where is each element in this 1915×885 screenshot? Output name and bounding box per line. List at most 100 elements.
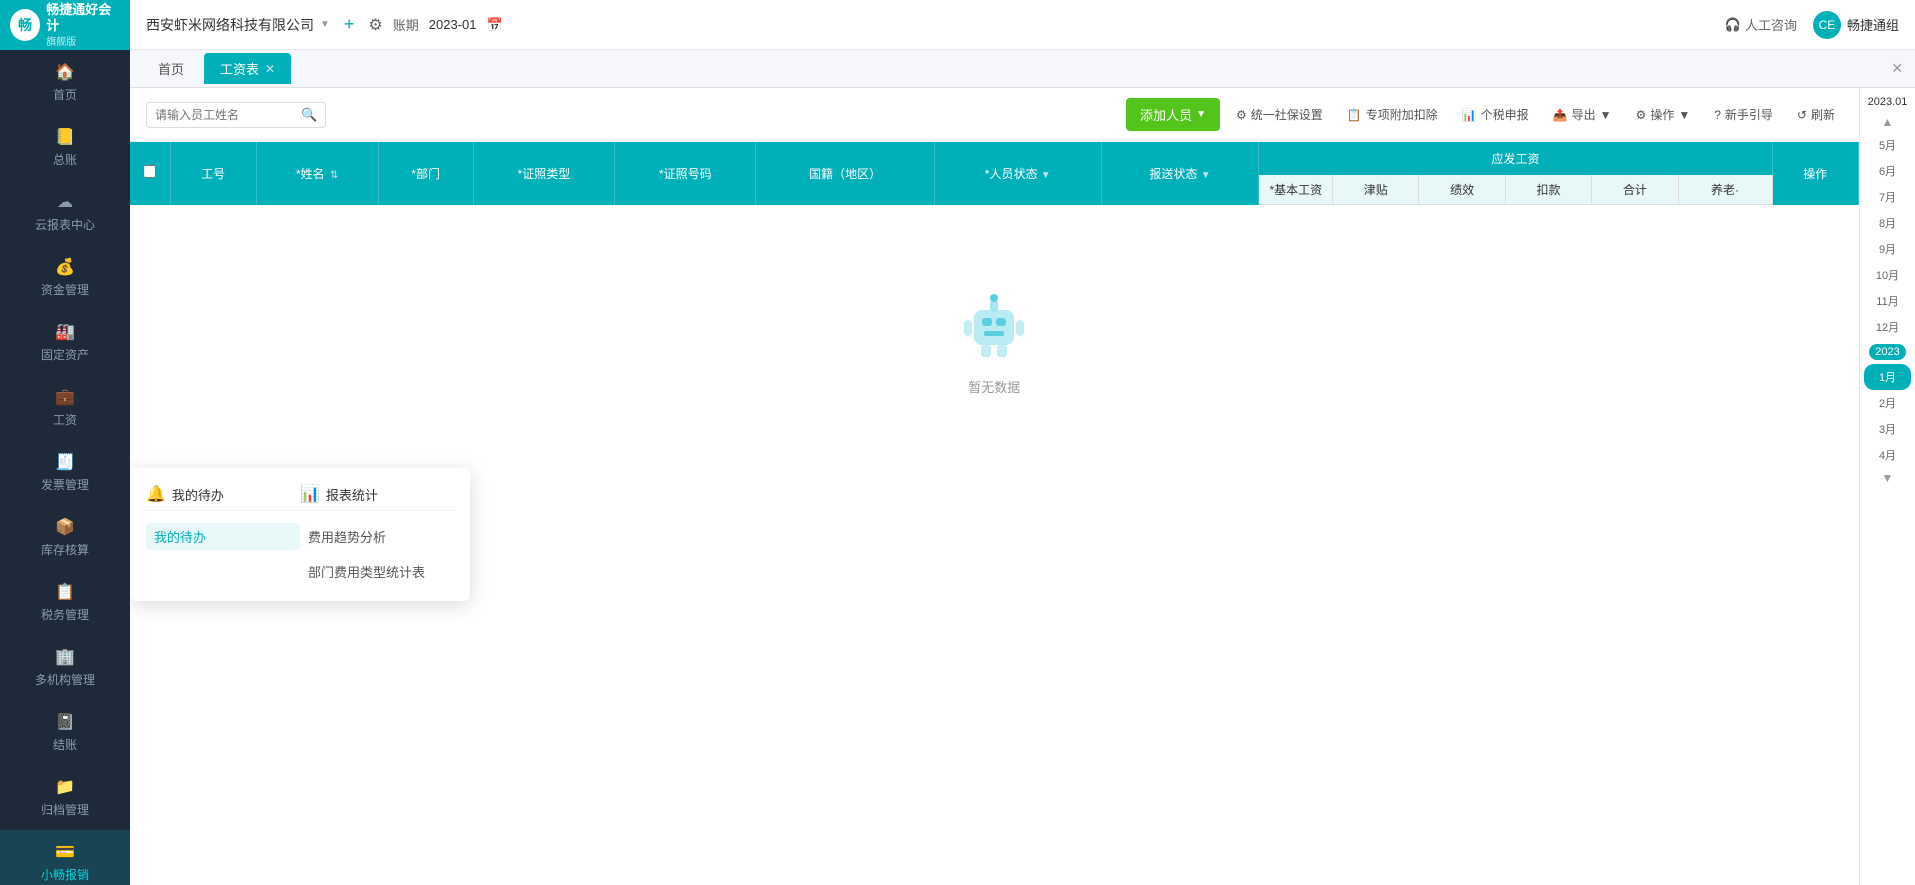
operation-arrow-icon: ▼ bbox=[1678, 108, 1690, 122]
timeline-month-4[interactable]: 4月 bbox=[1860, 442, 1915, 468]
filter-icon[interactable]: ▼ bbox=[1041, 170, 1051, 181]
guide-label: 新手引导 bbox=[1725, 106, 1773, 123]
sidebar-item-payroll[interactable]: 💼 工资 bbox=[0, 375, 130, 440]
sidebar-item-label: 工资 bbox=[53, 411, 77, 428]
sidebar-item-finance[interactable]: 💰 资金管理 bbox=[0, 245, 130, 310]
popup-section-todo-title: 🔔 我的待办 bbox=[146, 484, 300, 511]
sidebar-item-label: 资金管理 bbox=[41, 281, 89, 298]
timeline-month-2[interactable]: 2月 bbox=[1860, 390, 1915, 416]
tab-payroll[interactable]: 工资表 ✕ bbox=[204, 53, 291, 84]
add-person-label: 添加人员 bbox=[1140, 105, 1192, 124]
headset-icon: 🎧 bbox=[1725, 17, 1741, 33]
guide-icon: ? bbox=[1714, 108, 1721, 122]
add-person-button[interactable]: 添加人员 ▼ bbox=[1126, 98, 1220, 131]
settings-gear-icon[interactable]: ⚙ bbox=[368, 15, 382, 35]
close-all-icon[interactable]: ✕ bbox=[1891, 60, 1903, 76]
reports-section-icon: 📊 bbox=[300, 484, 320, 504]
refresh-label: 刷新 bbox=[1811, 106, 1835, 123]
sidebar-item-assets[interactable]: 🏭 固定资产 bbox=[0, 310, 130, 375]
col-pension: 养老· bbox=[1678, 175, 1772, 205]
guide-button[interactable]: ? 新手引导 bbox=[1706, 101, 1781, 128]
special-deduction-button[interactable]: 📋 专项附加扣除 bbox=[1339, 101, 1446, 128]
refresh-icon: ↺ bbox=[1797, 108, 1807, 122]
timeline-month-5[interactable]: 5月 bbox=[1860, 132, 1915, 158]
timeline-month-11[interactable]: 11月 bbox=[1860, 288, 1915, 314]
operation-button[interactable]: ⚙ 操作 ▼ bbox=[1628, 101, 1699, 128]
calendar-icon[interactable]: 📅 bbox=[487, 17, 503, 33]
add-company-button[interactable]: + bbox=[344, 14, 355, 35]
popup-item-my-todo[interactable]: 我的待办 bbox=[146, 523, 300, 550]
payroll-table: 工号 *姓名 ⇅ *部门 *证照类型 *证照号码 国籍（地区） *人员状态 ▼ … bbox=[130, 142, 1859, 476]
assets-icon: 🏭 bbox=[55, 322, 75, 342]
tab-close-icon[interactable]: ✕ bbox=[265, 62, 275, 76]
sidebar-item-label: 首页 bbox=[53, 86, 77, 103]
app-logo: 畅 畅捷通好会计 旗舰版 bbox=[0, 0, 130, 50]
sidebar-item-multi-org[interactable]: 🏢 多机构管理 bbox=[0, 635, 130, 700]
sidebar-item-label: 总账 bbox=[53, 151, 77, 168]
user-info[interactable]: CE 畅捷通组 bbox=[1813, 11, 1899, 39]
home-icon: 🏠 bbox=[55, 62, 75, 82]
checkbox-header[interactable] bbox=[130, 142, 170, 205]
sidebar-item-label: 归档管理 bbox=[41, 801, 89, 818]
inventory-icon: 📦 bbox=[55, 517, 75, 537]
timeline-month-7[interactable]: 7月 bbox=[1860, 184, 1915, 210]
company-selector[interactable]: 西安虾米网络科技有限公司 ▼ bbox=[146, 15, 330, 35]
export-label: 导出 bbox=[1572, 106, 1596, 123]
col-salary-group: 应发工资 bbox=[1259, 142, 1772, 175]
social-security-button[interactable]: ⚙ 统一社保设置 bbox=[1228, 101, 1331, 128]
sidebar-item-close-accounts[interactable]: 📓 结账 bbox=[0, 700, 130, 765]
col-total: 合计 bbox=[1592, 175, 1678, 205]
sidebar: 畅 畅捷通好会计 旗舰版 🏠 首页 📒 总账 ☁ 云报表中心 💰 资金管理 🏭 … bbox=[0, 0, 130, 885]
col-base-salary: *基本工资 bbox=[1259, 175, 1333, 205]
select-all-checkbox[interactable] bbox=[143, 165, 156, 178]
sort-icon[interactable]: ⇅ bbox=[330, 170, 338, 181]
todo-section-icon: 🔔 bbox=[146, 484, 166, 504]
popup-section-reports-title: 📊 报表统计 bbox=[300, 484, 454, 511]
timeline-month-10[interactable]: 10月 bbox=[1860, 262, 1915, 288]
sidebar-item-tax[interactable]: 📋 税务管理 bbox=[0, 570, 130, 635]
timeline-month-8[interactable]: 8月 bbox=[1860, 210, 1915, 236]
popup-item-dept-expense[interactable]: 部门费用类型统计表 bbox=[300, 558, 454, 585]
sidebar-nav: 🏠 首页 📒 总账 ☁ 云报表中心 💰 资金管理 🏭 固定资产 💼 工资 🧾 发… bbox=[0, 50, 130, 885]
deduction-icon: 📋 bbox=[1347, 108, 1362, 122]
search-box[interactable]: 🔍 bbox=[146, 102, 326, 128]
tab-close-all[interactable]: ✕ bbox=[1891, 60, 1903, 77]
close-accounts-icon: 📓 bbox=[55, 712, 75, 732]
popup-item-expense-trend[interactable]: 费用趋势分析 bbox=[300, 523, 454, 550]
toolbar: 🔍 添加人员 ▼ ⚙ 统一社保设置 📋 专项附加扣除 bbox=[130, 88, 1859, 142]
refresh-button[interactable]: ↺ 刷新 bbox=[1789, 101, 1843, 128]
timeline-month-3[interactable]: 3月 bbox=[1860, 416, 1915, 442]
filter-icon2[interactable]: ▼ bbox=[1201, 170, 1211, 181]
sidebar-item-home[interactable]: 🏠 首页 bbox=[0, 50, 130, 115]
timeline-down-button[interactable]: ▼ bbox=[1876, 468, 1900, 488]
sidebar-item-inventory[interactable]: 📦 库存核算 bbox=[0, 505, 130, 570]
timeline-month-6[interactable]: 6月 bbox=[1860, 158, 1915, 184]
export-button[interactable]: 📤 导出 ▼ bbox=[1545, 101, 1620, 128]
tax-filing-button[interactable]: 📊 个税申报 bbox=[1454, 101, 1537, 128]
todo-section-label: 我的待办 bbox=[172, 485, 224, 504]
export-icon: 📤 bbox=[1553, 108, 1568, 122]
popup-col-todo: 🔔 我的待办 我的待办 bbox=[146, 484, 300, 585]
sidebar-item-label: 固定资产 bbox=[41, 346, 89, 363]
sidebar-item-invoice[interactable]: 🧾 发票管理 bbox=[0, 440, 130, 505]
col-nationality: 国籍（地区） bbox=[756, 142, 934, 205]
reports-section-label: 报表统计 bbox=[326, 485, 378, 504]
user-name: 畅捷通组 bbox=[1847, 15, 1899, 34]
sidebar-item-expense[interactable]: 💳 小畅报销 bbox=[0, 830, 130, 885]
empty-state: 暂无数据 bbox=[130, 205, 1859, 476]
search-input[interactable] bbox=[155, 108, 295, 122]
timeline-month-9[interactable]: 9月 bbox=[1860, 236, 1915, 262]
service-button[interactable]: 🎧 人工咨询 bbox=[1725, 15, 1797, 34]
tab-home[interactable]: 首页 bbox=[142, 53, 200, 84]
operation-icon: ⚙ bbox=[1636, 108, 1647, 122]
sidebar-item-cloud-reports[interactable]: ☁ 云报表中心 bbox=[0, 180, 130, 245]
timeline-month-12[interactable]: 12月 bbox=[1860, 314, 1915, 340]
search-icon[interactable]: 🔍 bbox=[301, 107, 317, 123]
sidebar-item-ledger[interactable]: 📒 总账 bbox=[0, 115, 130, 180]
timeline-month-1-active[interactable]: 1月 bbox=[1864, 364, 1911, 390]
timeline-up-button[interactable]: ▲ bbox=[1876, 112, 1900, 132]
logo-icon: 畅 bbox=[10, 9, 40, 41]
sidebar-item-archive[interactable]: 📁 归档管理 bbox=[0, 765, 130, 830]
sidebar-item-label: 云报表中心 bbox=[35, 216, 95, 233]
expense-icon: 💳 bbox=[55, 842, 75, 862]
